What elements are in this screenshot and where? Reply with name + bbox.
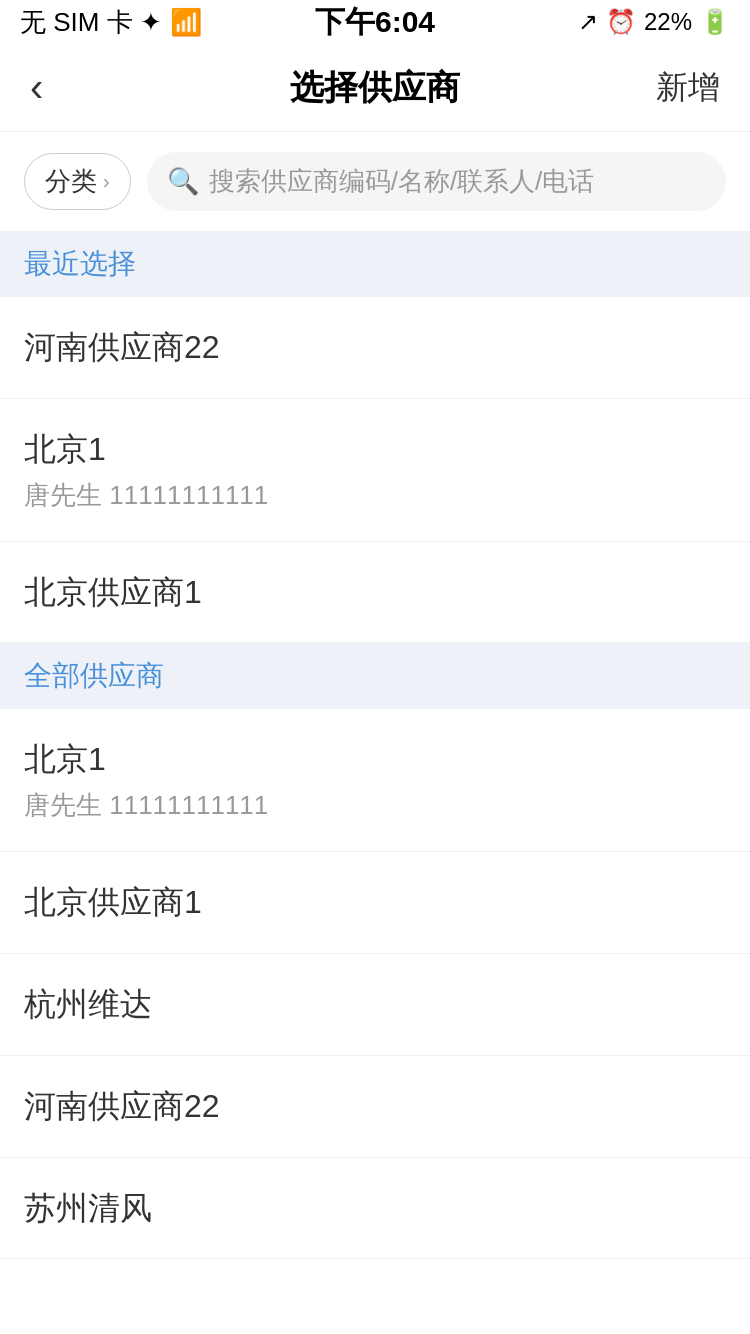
status-time: 下午6:04 bbox=[315, 2, 435, 43]
add-button[interactable]: 新增 bbox=[656, 66, 720, 110]
all-items-list: 北京1 唐先生 11111111111 北京供应商1 杭州维达河南供应商22 苏州清风 bbox=[0, 709, 750, 1259]
back-button[interactable]: ‹ bbox=[30, 65, 43, 110]
nav-title: 选择供应商 bbox=[290, 65, 460, 111]
item-name: 北京1 bbox=[24, 737, 726, 782]
battery-level: 22% bbox=[644, 8, 692, 36]
all-section-label: 全部供应商 bbox=[24, 660, 164, 691]
recent-items-list: 河南供应商22 北京1 唐先生 11111111111 北京供应商1 bbox=[0, 297, 750, 643]
chevron-right-icon: › bbox=[103, 170, 110, 193]
all-section-header: 全部供应商 bbox=[0, 643, 750, 709]
item-name: 苏州清风 bbox=[24, 1186, 726, 1231]
search-placeholder: 搜索供应商编码/名称/联系人/电话 bbox=[209, 164, 595, 199]
recent-section-label: 最近选择 bbox=[24, 248, 136, 279]
wifi-icon: 📶 bbox=[170, 7, 202, 38]
category-label: 分类 bbox=[45, 164, 97, 199]
filter-bar: 分类 › 🔍 搜索供应商编码/名称/联系人/电话 bbox=[0, 132, 750, 231]
nav-bar: ‹ 选择供应商 新增 bbox=[0, 44, 750, 132]
item-name: 河南供应商22 bbox=[24, 1084, 726, 1129]
item-name: 北京供应商1 bbox=[24, 570, 726, 615]
all-list-item[interactable]: 北京供应商1 bbox=[0, 852, 750, 954]
status-right: ↗ ⏰ 22% 🔋 bbox=[578, 8, 730, 36]
recent-list-item[interactable]: 北京1 唐先生 11111111111 bbox=[0, 399, 750, 542]
item-contact: 唐先生 11111111111 bbox=[24, 788, 726, 823]
sim-status: 无 SIM 卡 ✦ bbox=[20, 5, 162, 40]
item-name: 北京供应商1 bbox=[24, 880, 726, 925]
location-icon: ↗ bbox=[578, 8, 598, 36]
alarm-icon: ⏰ bbox=[606, 8, 636, 36]
recent-section-header: 最近选择 bbox=[0, 231, 750, 297]
item-name: 杭州维达 bbox=[24, 982, 726, 1027]
all-list-item[interactable]: 苏州清风 bbox=[0, 1158, 750, 1260]
item-contact: 唐先生 11111111111 bbox=[24, 478, 726, 513]
status-left: 无 SIM 卡 ✦ 📶 bbox=[20, 5, 202, 40]
item-name: 北京1 bbox=[24, 427, 726, 472]
battery-icon: 🔋 bbox=[700, 8, 730, 36]
recent-list-item[interactable]: 河南供应商22 bbox=[0, 297, 750, 399]
search-input[interactable]: 🔍 搜索供应商编码/名称/联系人/电话 bbox=[147, 152, 726, 211]
all-list-item[interactable]: 北京1 唐先生 11111111111 bbox=[0, 709, 750, 852]
search-icon: 🔍 bbox=[167, 166, 199, 197]
all-list-item[interactable]: 杭州维达 bbox=[0, 954, 750, 1056]
all-list-item[interactable]: 河南供应商22 bbox=[0, 1056, 750, 1158]
item-name: 河南供应商22 bbox=[24, 325, 726, 370]
recent-list-item[interactable]: 北京供应商1 bbox=[0, 542, 750, 644]
status-bar: 无 SIM 卡 ✦ 📶 下午6:04 ↗ ⏰ 22% 🔋 bbox=[0, 0, 750, 44]
category-filter-button[interactable]: 分类 › bbox=[24, 153, 131, 210]
